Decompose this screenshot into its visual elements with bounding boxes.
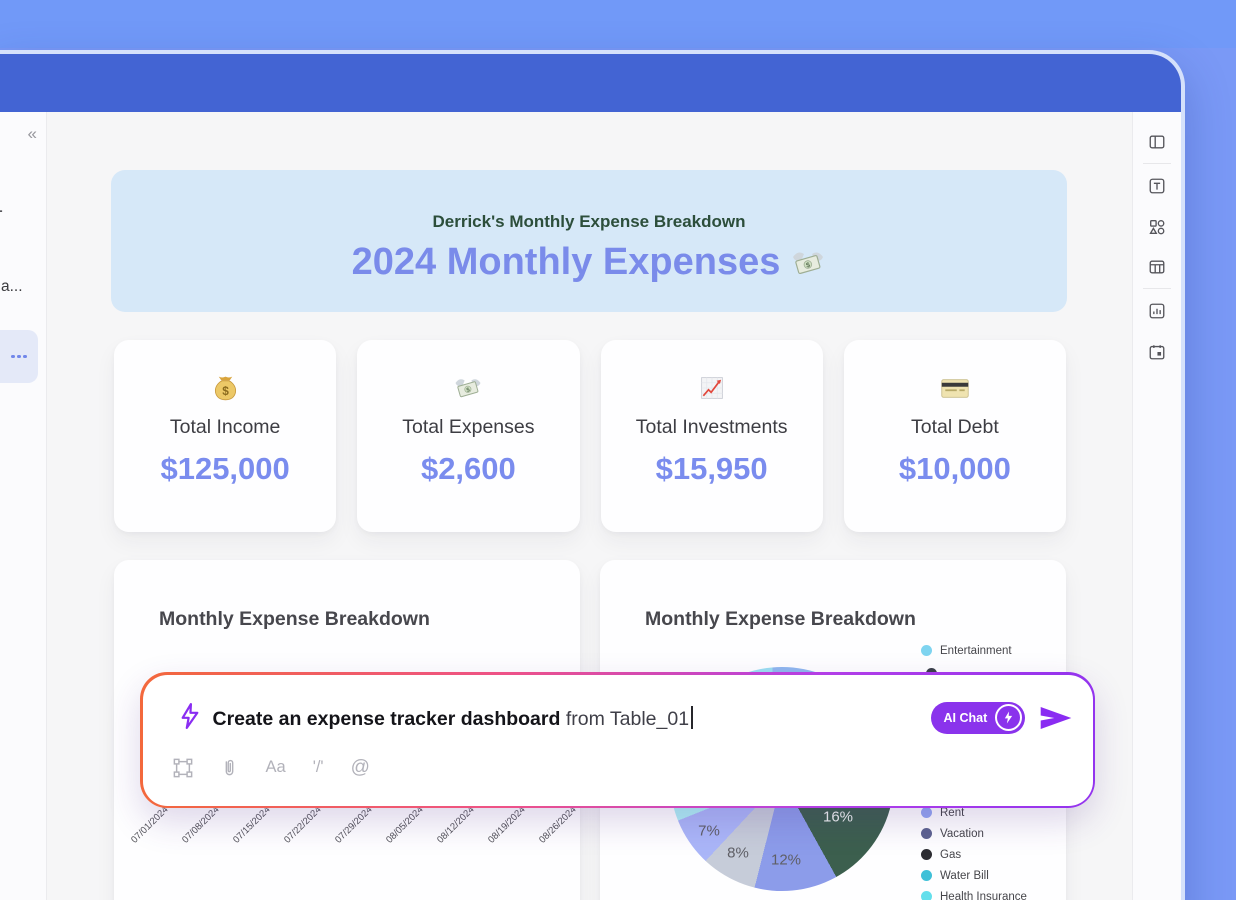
stat-label: Total Income: [169, 416, 281, 438]
shapes-icon[interactable]: [1148, 218, 1166, 236]
hero-subtitle: Derrick's Monthly Expense Breakdown: [432, 212, 746, 231]
legend-dot: [921, 645, 932, 656]
legend-dot: [921, 828, 932, 839]
legend-label: Entertainment: [940, 644, 1012, 657]
bolt-circle-icon: [995, 704, 1023, 731]
svg-text:$: $: [222, 384, 229, 398]
stat-value: $10,000: [898, 451, 1011, 486]
desktop: « - a... Derrick's Monthly Expense Break…: [0, 0, 1236, 900]
calendar-icon[interactable]: [1148, 343, 1166, 361]
legend-item: Vacation: [921, 823, 1027, 844]
right-toolbar: [1132, 112, 1181, 900]
money-with-wings-icon: $: [793, 252, 824, 274]
credit-card-icon: [844, 373, 1066, 403]
prompt-text: from Table_01: [560, 707, 690, 730]
stat-card-total-investments[interactable]: Total Investments $15,950: [600, 340, 823, 532]
legend-dot: [921, 807, 932, 818]
chart-title: Monthly Expense Breakdown: [159, 608, 430, 630]
stat-card-total-expenses[interactable]: $ Total Expenses $2,600: [357, 340, 580, 532]
sidebar-item-active[interactable]: [0, 330, 38, 383]
stat-card-total-income[interactable]: $ Total Income $125,000: [114, 340, 337, 532]
hero-banner-widget[interactable]: Derrick's Monthly Expense Breakdown 2024…: [111, 170, 1067, 312]
stat-label: Total Debt: [910, 416, 999, 438]
stat-label: Total Investments: [635, 416, 788, 438]
toolbar-divider: [1143, 163, 1171, 164]
chart-title: Monthly Expense Breakdown: [645, 608, 916, 630]
font-icon[interactable]: Aa: [266, 758, 286, 777]
legend-label: Gas: [940, 848, 962, 861]
legend-item: Entertainment: [921, 640, 1027, 661]
mention-icon[interactable]: @: [351, 757, 370, 779]
stat-value: $15,950: [655, 451, 768, 486]
layout-panel-icon[interactable]: [1148, 133, 1166, 151]
sidebar-collapse-button[interactable]: «: [28, 124, 37, 144]
attachment-icon[interactable]: [220, 757, 239, 778]
stat-cards-row: $ Total Income $125,000 $ Total Expenses…: [114, 340, 1066, 532]
ai-chat-badge-label: AI Chat: [943, 710, 988, 725]
legend-label: Health Insurance: [940, 890, 1027, 900]
chart-increasing-icon: [601, 373, 823, 403]
text-block-icon[interactable]: [1148, 177, 1166, 195]
money-with-wings-icon: $: [357, 373, 579, 403]
legend-label: Water Bill: [940, 869, 989, 882]
prompt-toolbar: Aa '/' @: [173, 757, 370, 779]
bar-chart-icon[interactable]: [1148, 302, 1166, 320]
legend-dot: [921, 849, 932, 860]
ellipsis-icon: [11, 354, 27, 359]
legend-dot: [921, 870, 932, 881]
sidebar-item-label[interactable]: a...: [1, 278, 23, 296]
toolbar-divider: [1143, 288, 1171, 289]
left-sidebar: « - a...: [0, 112, 47, 900]
legend-item: Health Insurance: [921, 886, 1027, 900]
table-icon[interactable]: [1148, 258, 1166, 276]
legend-item: Water Bill: [921, 865, 1027, 886]
ai-prompt-box[interactable]: Create an expense tracker dashboard from…: [142, 674, 1093, 806]
ai-prompt-overlay: Create an expense tracker dashboard from…: [140, 672, 1095, 808]
stat-card-total-debt[interactable]: Total Debt $10,000: [843, 340, 1066, 532]
legend-label: Rent: [940, 806, 965, 819]
legend-item: Gas: [921, 844, 1027, 865]
desktop-top-strip: [0, 0, 1236, 48]
money-bag-icon: $: [114, 373, 336, 403]
hero-title: 2024 Monthly Expenses $: [111, 241, 1067, 284]
stat-value: $125,000: [160, 451, 290, 486]
prompt-input[interactable]: Create an expense tracker dashboard from…: [212, 705, 693, 731]
stat-label: Total Expenses: [402, 416, 535, 438]
hero-title-text: 2024 Monthly Expenses: [351, 241, 781, 283]
ai-chat-badge[interactable]: AI Chat: [930, 701, 1026, 734]
transform-icon[interactable]: [173, 758, 193, 778]
lightning-bolt-icon: [181, 702, 198, 729]
legend-label: Vacation: [940, 827, 984, 840]
legend-dot: [921, 891, 932, 900]
slash-command-icon[interactable]: '/': [313, 758, 324, 777]
text-cursor: [691, 705, 693, 729]
send-button[interactable]: [1039, 704, 1073, 732]
prompt-text-bold: Create an expense tracker dashboard: [212, 707, 561, 730]
stat-value: $2,600: [420, 451, 516, 486]
sidebar-truncated-item: -: [0, 202, 3, 218]
app-titlebar: [0, 54, 1181, 112]
